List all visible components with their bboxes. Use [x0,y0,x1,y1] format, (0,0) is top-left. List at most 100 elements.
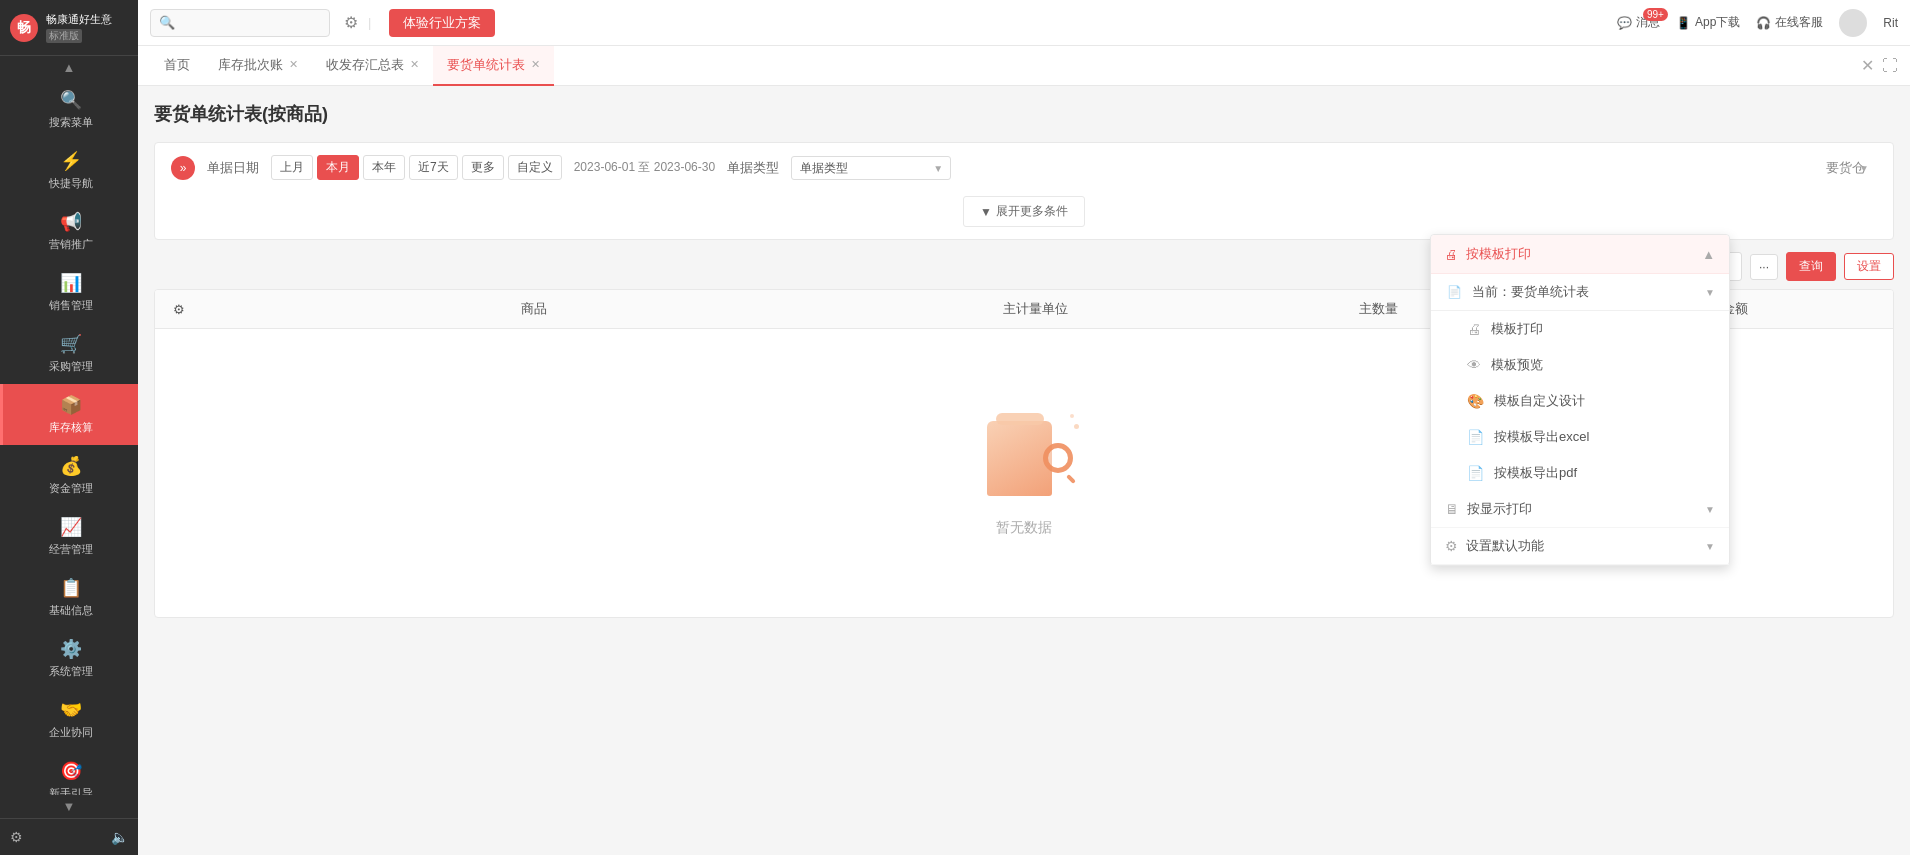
sidebar-item-sales[interactable]: 📊 销售管理 [0,262,138,323]
search-input[interactable] [181,16,301,30]
sidebar-item-search[interactable]: 🔍 搜索菜单 [0,79,138,140]
trial-button[interactable]: 体验行业方案 [389,9,495,37]
date-btn-本月[interactable]: 本月 [317,155,359,180]
dropdown-current-item[interactable]: 📄 当前：要货单统计表 ▼ [1431,274,1729,310]
expand-more-icon: ▼ [980,205,992,219]
filter-expand-icon[interactable]: » [171,156,195,180]
app-download-btn[interactable]: 📱 App下载 [1676,14,1740,31]
template-export-excel-label: 按模板导出excel [1494,428,1589,446]
template-print-icon: 🖨 [1467,321,1481,337]
topbar-gear-icon[interactable]: ⚙ [344,13,358,32]
sidebar-item-purchase[interactable]: 🛒 采购管理 [0,323,138,384]
settings-action-btn[interactable]: 设置 [1844,253,1894,280]
doc-type-select[interactable]: 单据类型 [791,156,951,180]
dropdown-item-template-export-excel[interactable]: 📄 按模板导出excel [1431,419,1729,455]
filter-row-1: » 单据日期 上月本月本年近7天更多自定义 2023-06-01 至 2023-… [171,155,1877,180]
tab-order-stats[interactable]: 要货单统计表 ✕ [433,46,554,86]
online-service-label: 在线客服 [1775,14,1823,31]
template-export-pdf-label: 按模板导出pdf [1494,464,1577,482]
messages-btn[interactable]: 💬 消息 99+ [1617,14,1660,31]
template-export-pdf-icon: 📄 [1467,465,1484,481]
sidebar-item-operations[interactable]: 📈 经营管理 [0,506,138,567]
dropdown-item-template-export-pdf[interactable]: 📄 按模板导出pdf [1431,455,1729,491]
date-btn-自定义[interactable]: 自定义 [508,155,562,180]
dropdown-group-display-print[interactable]: 🖥 按显示打印 ▼ [1431,491,1729,528]
dropdown-header-right: ▲ [1702,247,1715,262]
dropdown-item-template-custom[interactable]: 🎨 模板自定义设计 [1431,383,1729,419]
basic-icon: 📋 [60,577,82,599]
sidebar-item-basic[interactable]: 📋 基础信息 [0,567,138,628]
sidebar-scroll-down[interactable]: ▼ [0,795,138,818]
dropdown-group-set-default[interactable]: ⚙ 设置默认功能 ▼ [1431,528,1729,565]
expand-more-label: 展开更多条件 [996,203,1068,220]
online-service-btn[interactable]: 🎧 在线客服 [1756,14,1823,31]
filter-bar: » 单据日期 上月本月本年近7天更多自定义 2023-06-01 至 2023-… [154,142,1894,240]
topbar-right: 💬 消息 99+ 📱 App下载 🎧 在线客服 Rit [1617,9,1898,37]
sidebar-item-system[interactable]: ⚙️ 系统管理 [0,628,138,689]
settings-icon[interactable]: ⚙ [10,829,23,845]
col-header-settings[interactable]: ⚙ [155,292,203,327]
marketing-label: 营销推广 [49,237,93,252]
template-export-excel-icon: 📄 [1467,429,1484,445]
date-btn-更多[interactable]: 更多 [462,155,504,180]
tab-bar: 首页库存批次账✕收发存汇总表✕要货单统计表✕ ✕ ⛶ [138,46,1910,86]
template-print-label: 模板打印 [1491,320,1543,338]
finance-label: 资金管理 [49,481,93,496]
dropdown-current-label: 当前：要货单统计表 [1472,283,1589,301]
app-name: 畅康通好生意 [46,12,112,27]
display-print-icon: 🖥 [1445,501,1459,517]
tab-close-order-stats[interactable]: ✕ [531,58,540,71]
date-btn-上月[interactable]: 上月 [271,155,313,180]
date-btn-近7天[interactable]: 近7天 [409,155,458,180]
sidebar-item-marketing[interactable]: 📢 营销推广 [0,201,138,262]
dropdown-header[interactable]: 🖨 按模板打印 ▲ [1431,235,1729,274]
sidebar-item-finance[interactable]: 💰 资金管理 [0,445,138,506]
headset-icon: 🎧 [1756,16,1771,30]
page-content: 要货单统计表(按商品) » 单据日期 上月本月本年近7天更多自定义 2023-0… [138,86,1910,855]
sound-icon[interactable]: 🔈 [111,829,128,845]
date-btn-本年[interactable]: 本年 [363,155,405,180]
display-print-left: 🖥 按显示打印 [1445,500,1532,518]
maximize-window-btn[interactable]: ⛶ [1882,57,1898,75]
sidebar-scroll-up[interactable]: ▲ [0,56,138,79]
query-btn[interactable]: 查询 [1786,252,1836,281]
sidebar: 畅 畅康通好生意 标准版 ▲ 🔍 搜索菜单 ⚡ 快捷导航 📢 营销推广 📊 销售… [0,0,138,855]
dropdown-item-template-print[interactable]: 🖨 模板打印 [1431,311,1729,347]
dropdown-item-template-preview[interactable]: 👁 模板预览 [1431,347,1729,383]
tab-close-inventory-batch[interactable]: ✕ [289,58,298,71]
user-avatar[interactable] [1839,9,1867,37]
sidebar-logo: 畅 畅康通好生意 标准版 [0,0,138,56]
sidebar-item-inventory[interactable]: 📦 库存核算 [0,384,138,445]
window-controls: ✕ ⛶ [1861,56,1898,75]
inventory-icon: 📦 [60,394,82,416]
basic-label: 基础信息 [49,603,93,618]
marketing-icon: 📢 [60,211,82,233]
messages-badge: 99+ [1643,8,1668,21]
purchase-icon: 🛒 [60,333,82,355]
tab-inventory-batch[interactable]: 库存批次账 ✕ [204,46,312,86]
enterprise-label: 企业协同 [49,725,93,740]
tab-receive-summary[interactable]: 收发存汇总表✕ [312,46,433,86]
sidebar-item-enterprise[interactable]: 🤝 企业协同 [0,689,138,750]
sidebar-bottom: ⚙ 🔈 [0,818,138,855]
guide-icon: 🎯 [60,760,82,782]
tab-home[interactable]: 首页 [150,46,204,86]
tab-label-inventory-batch: 库存批次账 [218,56,283,74]
close-window-btn[interactable]: ✕ [1861,56,1874,75]
app-download-label: App下载 [1695,14,1740,31]
tab-label-order-stats: 要货单统计表 [447,56,525,74]
tab-close-receive-summary[interactable]: ✕ [410,58,419,71]
dropdown-close-icon[interactable]: ▲ [1702,247,1715,262]
expand-more-btn[interactable]: ▼ 展开更多条件 [963,196,1085,227]
more-options-btn[interactable]: ··· [1750,254,1778,280]
sidebar-item-quick-nav[interactable]: ⚡ 快捷导航 [0,140,138,201]
operations-label: 经营管理 [49,542,93,557]
enterprise-icon: 🤝 [60,699,82,721]
display-print-label: 按显示打印 [1467,500,1532,518]
topbar-search-box[interactable]: 🔍 [150,9,330,37]
sidebar-item-guide[interactable]: 🎯 新手引导 [0,750,138,795]
template-custom-label: 模板自定义设计 [1494,392,1585,410]
col-header-unit: 主计量单位 [865,290,1208,328]
topbar: 🔍 ⚙ | 体验行业方案 💬 消息 99+ 📱 App下载 🎧 在线客服 Rit [138,0,1910,46]
app-logo-icon: 畅 [10,14,38,42]
